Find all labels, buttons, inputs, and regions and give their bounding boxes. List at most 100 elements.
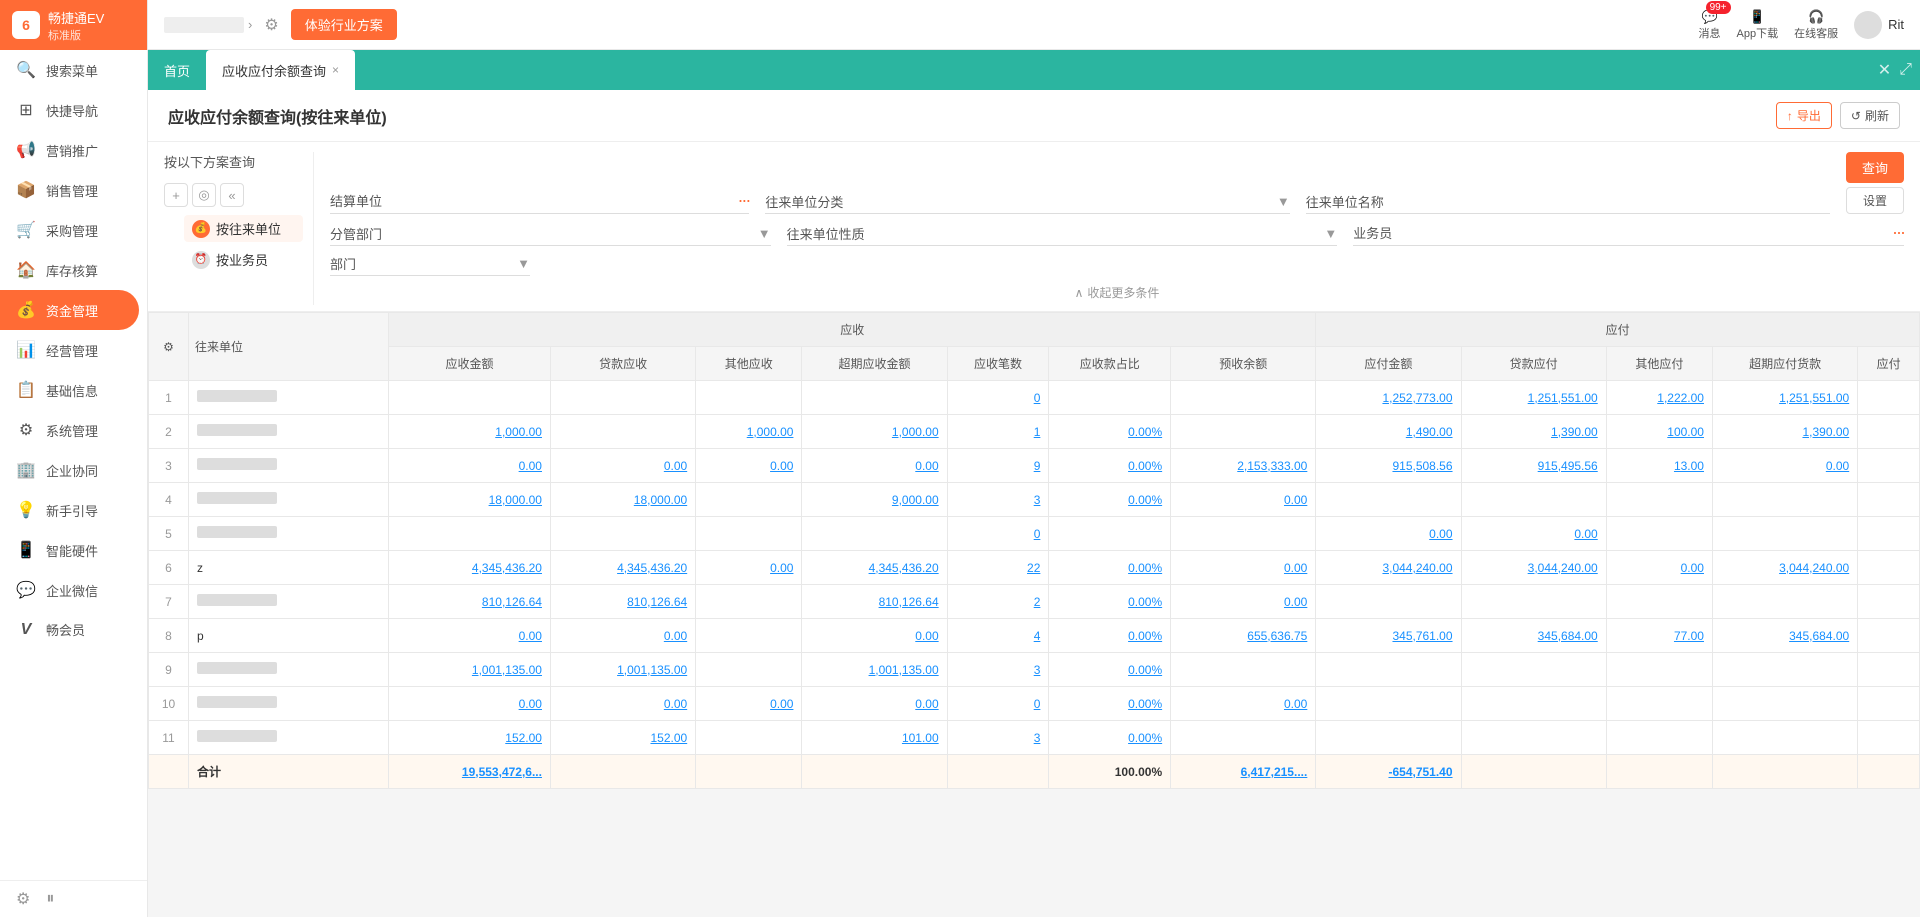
sidebar: 6 畅捷通EV 标准版 🔍 搜索菜单 ⊞ 快捷导航 📢 营销推广 📦 销售管理 … bbox=[0, 0, 148, 917]
partner-cell bbox=[189, 687, 389, 721]
partner-cell bbox=[189, 415, 389, 449]
partner-cell: p bbox=[189, 619, 389, 653]
salesperson-more-icon[interactable]: ··· bbox=[1892, 222, 1904, 243]
sidebar-item-purchase[interactable]: 🛒 采购管理 bbox=[0, 210, 147, 250]
collapse-up-icon: ∧ bbox=[1075, 286, 1084, 300]
tab-home[interactable]: 首页 bbox=[148, 50, 206, 90]
payable-cell bbox=[1316, 585, 1461, 619]
tab-receivable[interactable]: 应收应付余额查询 × bbox=[206, 50, 355, 90]
sidebar-item-inventory[interactable]: 🏠 库存核算 bbox=[0, 250, 147, 290]
receivable-cell: 152.00 bbox=[550, 721, 695, 755]
sidebar-item-quicknav[interactable]: ⊞ 快捷导航 bbox=[0, 90, 147, 130]
refresh-button[interactable]: ↺ 刷新 bbox=[1840, 102, 1900, 129]
receivable-cell: 0.00% bbox=[1049, 551, 1171, 585]
collapse-more-button[interactable]: ∧ 收起更多条件 bbox=[330, 280, 1904, 305]
service-button[interactable]: 🎧 在线客服 bbox=[1794, 9, 1838, 41]
app-download-button[interactable]: 📱 App下载 bbox=[1737, 9, 1779, 41]
overdue-receivable-header: 超期应收金额 bbox=[802, 347, 947, 381]
receivable-cell: 9,000.00 bbox=[802, 483, 947, 517]
footer-loan-rec bbox=[550, 755, 695, 789]
sidebar-item-basic[interactable]: 📋 基础信息 bbox=[0, 370, 147, 410]
user-avatar-area[interactable]: Rit bbox=[1854, 11, 1904, 39]
filter-add-button[interactable]: + bbox=[164, 183, 188, 207]
receivable-cell bbox=[696, 653, 802, 687]
payable-cell bbox=[1461, 721, 1606, 755]
footer-other-rec bbox=[696, 755, 802, 789]
payable-cell: 345,684.00 bbox=[1461, 619, 1606, 653]
sidebar-item-hardware[interactable]: 📱 智能硬件 bbox=[0, 530, 147, 570]
sidebar-item-member[interactable]: V 畅会员 bbox=[0, 610, 147, 649]
hardware-icon: 📱 bbox=[16, 540, 36, 560]
settings-button[interactable]: 设置 bbox=[1846, 187, 1904, 214]
receivable-cell: 0.00% bbox=[1049, 449, 1171, 483]
receivable-cell bbox=[1171, 415, 1316, 449]
receivable-cell: 1,000.00 bbox=[802, 415, 947, 449]
wechat-icon: 💬 bbox=[16, 580, 36, 600]
filter-option-salesperson[interactable]: ⏰ 按业务员 bbox=[184, 246, 303, 273]
export-button[interactable]: ↑ 导出 bbox=[1776, 102, 1832, 129]
data-table-container[interactable]: ⚙ 往来单位 应收 应付 应收金额 贷款应收 其他应收 超期应收金额 应收笔数 … bbox=[148, 312, 1920, 789]
marketing-icon: 📢 bbox=[16, 140, 36, 160]
footer-other-pay bbox=[1606, 755, 1712, 789]
settings-bottom-icon[interactable]: ⚙ bbox=[16, 889, 30, 909]
dept-chevron: ▼ bbox=[758, 226, 771, 241]
sidebar-item-enterprise[interactable]: 🏢 企业协同 bbox=[0, 450, 147, 490]
sidebar-item-guide[interactable]: 💡 新手引导 bbox=[0, 490, 147, 530]
payable-cell bbox=[1712, 483, 1857, 517]
row-number: 2 bbox=[149, 415, 189, 449]
payable-cell bbox=[1858, 381, 1920, 415]
settlement-more-icon[interactable]: ··· bbox=[737, 190, 749, 211]
header-gear-icon[interactable]: ⚙ bbox=[264, 15, 278, 35]
payable-cell: 0.00 bbox=[1712, 449, 1857, 483]
payable-cell: 915,495.56 bbox=[1461, 449, 1606, 483]
loan-receivable-header: 贷款应收 bbox=[550, 347, 695, 381]
sidebar-item-marketing[interactable]: 📢 营销推广 bbox=[0, 130, 147, 170]
sidebar-item-wechat[interactable]: 💬 企业微信 bbox=[0, 570, 147, 610]
sidebar-item-search[interactable]: 🔍 搜索菜单 bbox=[0, 50, 147, 90]
filter-settings-button[interactable]: ◎ bbox=[192, 183, 216, 207]
query-button[interactable]: 查询 bbox=[1846, 152, 1904, 183]
sidebar-item-management[interactable]: 📊 经营管理 bbox=[0, 330, 147, 370]
tabbar-expand-icon[interactable]: ⤢ bbox=[1899, 61, 1912, 79]
filter-option-partner[interactable]: 💰 按往来单位 bbox=[184, 215, 303, 242]
data-table: ⚙ 往来单位 应收 应付 应收金额 贷款应收 其他应收 超期应收金额 应收笔数 … bbox=[148, 312, 1920, 789]
table-row: 500.000.00 bbox=[149, 517, 1920, 551]
tab-close-icon[interactable]: × bbox=[332, 63, 339, 77]
table-row: 30.000.000.000.0090.00%2,153,333.00915,5… bbox=[149, 449, 1920, 483]
logo-sub: 标准版 bbox=[48, 27, 104, 43]
header-right: 💬 99+ 消息 📱 App下载 🎧 在线客服 Rit bbox=[1699, 9, 1904, 41]
message-button[interactable]: 💬 99+ 消息 bbox=[1699, 9, 1721, 41]
sidebar-item-finance[interactable]: 💰 资金管理 bbox=[0, 290, 139, 330]
collapse-sidebar-icon[interactable]: ⏸ bbox=[46, 890, 54, 908]
payable-cell bbox=[1858, 619, 1920, 653]
payable-cell: 345,684.00 bbox=[1712, 619, 1857, 653]
username: Rit bbox=[1888, 17, 1904, 32]
receivable-cell: 4 bbox=[947, 619, 1049, 653]
partner-nature-label: 往来单位性质 bbox=[787, 224, 865, 243]
receivable-cell: 655,636.75 bbox=[1171, 619, 1316, 653]
payable-cell bbox=[1316, 721, 1461, 755]
payable-cell bbox=[1461, 483, 1606, 517]
receivable-cell: 0.00 bbox=[802, 449, 947, 483]
table-row: 100.000.000.000.0000.00%0.00 bbox=[149, 687, 1920, 721]
receivable-cell: 0.00 bbox=[1171, 585, 1316, 619]
receivable-cell: 3 bbox=[947, 483, 1049, 517]
sidebar-item-sales[interactable]: 📦 销售管理 bbox=[0, 170, 147, 210]
enterprise-icon: 🏢 bbox=[16, 460, 36, 480]
receivable-cell bbox=[1049, 381, 1171, 415]
solution-button[interactable]: 体验行业方案 bbox=[291, 9, 397, 40]
receivable-cell: 0.00 bbox=[1171, 483, 1316, 517]
receivable-cell bbox=[696, 585, 802, 619]
row-number: 4 bbox=[149, 483, 189, 517]
payable-cell bbox=[1712, 721, 1857, 755]
receivable-amount-header: 应收金额 bbox=[389, 347, 551, 381]
receivable-cell: 1,001,135.00 bbox=[389, 653, 551, 687]
table-row: 11152.00152.00101.0030.00% bbox=[149, 721, 1920, 755]
tabbar-close-icon[interactable]: ✕ bbox=[1878, 60, 1891, 80]
receivable-cell: 0.00% bbox=[1049, 653, 1171, 687]
sidebar-item-system[interactable]: ⚙ 系统管理 bbox=[0, 410, 147, 450]
payable-cell: 1,390.00 bbox=[1461, 415, 1606, 449]
table-gear-header[interactable]: ⚙ bbox=[149, 313, 189, 381]
filter-collapse-button[interactable]: « bbox=[220, 183, 244, 207]
footer-rec-pct: 100.00% bbox=[1049, 755, 1171, 789]
